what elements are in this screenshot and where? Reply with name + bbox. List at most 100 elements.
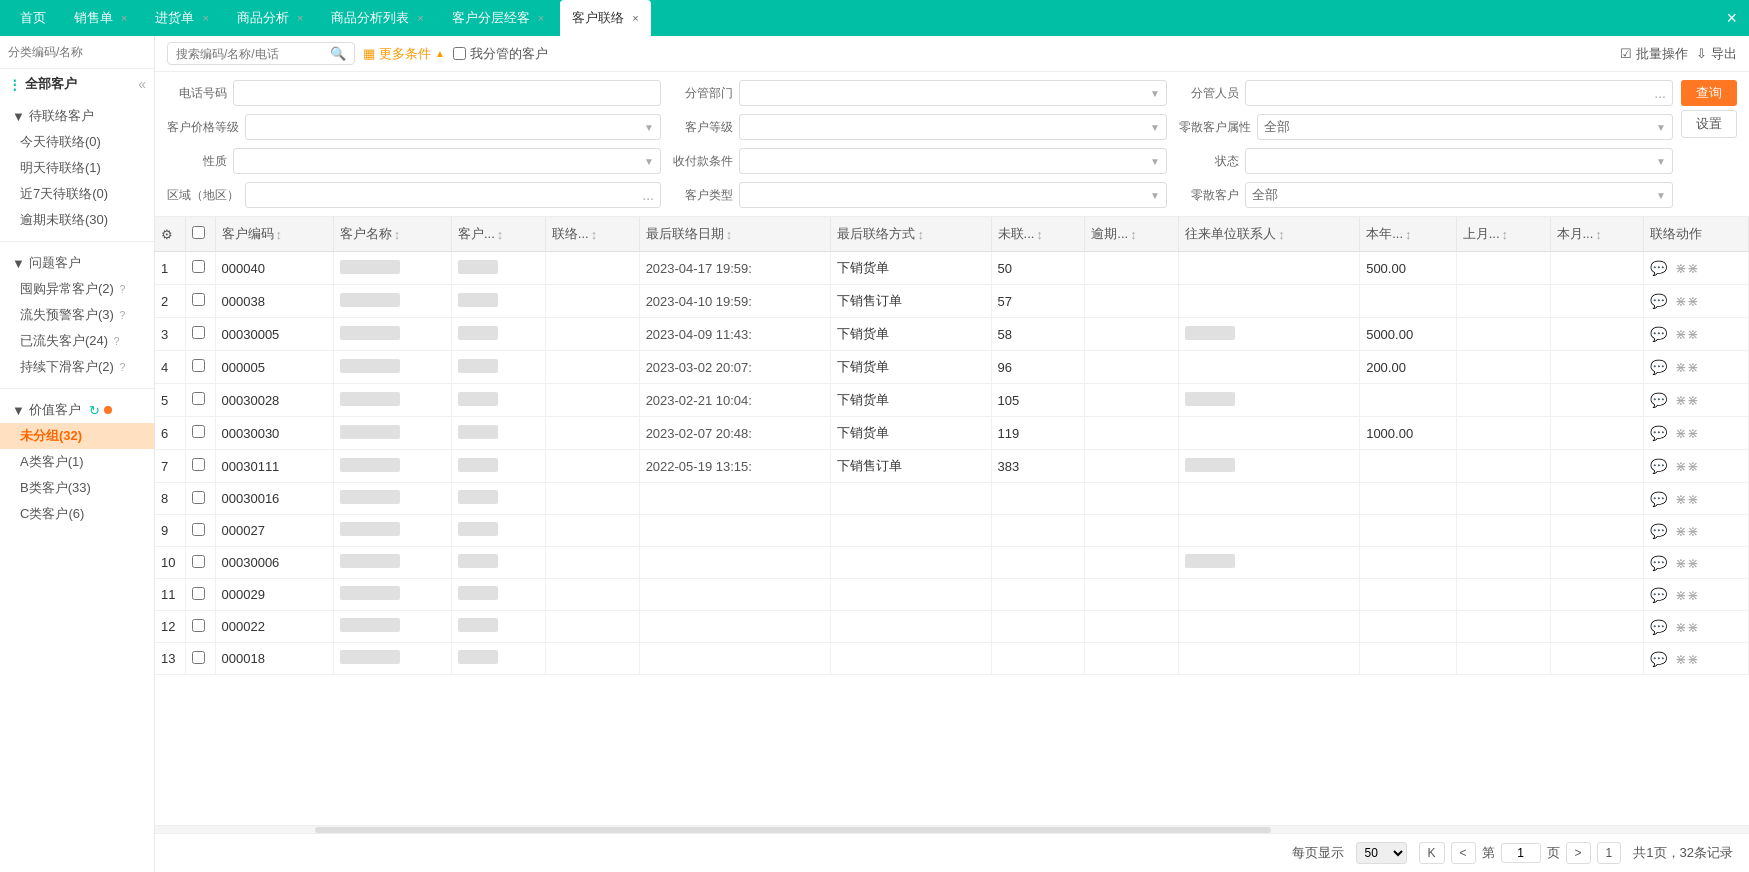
tab-customer-contact[interactable]: 客户联络 × [560, 0, 650, 36]
current-page-input[interactable] [1501, 843, 1541, 863]
qr-icon[interactable]: ⋇⋇ [1675, 491, 1699, 507]
sidebar-collapse-icon[interactable]: « [138, 76, 146, 92]
message-icon[interactable]: 💬 [1650, 359, 1667, 375]
tab-product-analysis-list[interactable]: 商品分析列表 × [319, 0, 435, 36]
qr-icon[interactable]: ⋇⋇ [1675, 587, 1699, 603]
customer-type-select[interactable]: ▼ [739, 182, 1167, 208]
settings-icon[interactable]: ⚙ [161, 227, 173, 242]
qr-icon[interactable]: ⋇⋇ [1675, 326, 1699, 342]
price-level-select[interactable]: ▼ [245, 114, 661, 140]
row-select-checkbox[interactable] [192, 326, 205, 339]
sidebar-item-class-b[interactable]: B类客户(33) [0, 475, 154, 501]
region-select[interactable]: ... [245, 182, 661, 208]
query-button[interactable]: 查询 [1681, 80, 1737, 106]
qr-icon[interactable]: ⋇⋇ [1675, 651, 1699, 667]
sidebar-item-tomorrow[interactable]: 明天待联络(1) [0, 155, 154, 181]
status-select[interactable]: ▼ [1245, 148, 1673, 174]
phone-input[interactable] [233, 80, 661, 106]
department-select[interactable]: ▼ [739, 80, 1167, 106]
qr-icon[interactable]: ⋇⋇ [1675, 392, 1699, 408]
tab-home[interactable]: 首页 [8, 0, 58, 36]
message-icon[interactable]: 💬 [1650, 523, 1667, 539]
row-select-checkbox[interactable] [192, 260, 205, 273]
tab-product-analysis-list-close[interactable]: × [417, 12, 423, 24]
sidebar-group-pending-title[interactable]: ▼ 待联络客户 [0, 103, 154, 129]
nature-select[interactable]: ▼ [233, 148, 661, 174]
qr-icon[interactable]: ⋇⋇ [1675, 260, 1699, 276]
horizontal-scrollbar[interactable] [155, 825, 1749, 833]
retail-attr-select[interactable]: 全部 ▼ [1257, 114, 1673, 140]
sidebar-item-churned[interactable]: 已流失客户(24) ? [0, 328, 154, 354]
filter-button[interactable]: ▦ 更多条件 ▲ [363, 45, 445, 63]
sidebar-item-hoarding[interactable]: 囤购异常客户(2) ? [0, 276, 154, 302]
sidebar-item-7days[interactable]: 近7天待联络(0) [0, 181, 154, 207]
dots-icon-2[interactable]: ... [642, 187, 654, 203]
qr-icon[interactable]: ⋇⋇ [1675, 293, 1699, 309]
message-icon[interactable]: 💬 [1650, 651, 1667, 667]
tab-product-analysis-close[interactable]: × [297, 12, 303, 24]
sidebar-item-class-a[interactable]: A类客户(1) [0, 449, 154, 475]
sidebar-item-today[interactable]: 今天待联络(0) [0, 129, 154, 155]
row-select-checkbox[interactable] [192, 359, 205, 372]
message-icon[interactable]: 💬 [1650, 458, 1667, 474]
qr-icon[interactable]: ⋇⋇ [1675, 425, 1699, 441]
select-all-checkbox[interactable] [192, 226, 205, 239]
qr-icon[interactable]: ⋇⋇ [1675, 458, 1699, 474]
message-icon[interactable]: 💬 [1650, 326, 1667, 342]
sidebar-item-class-c[interactable]: C类客户(6) [0, 501, 154, 527]
qr-icon[interactable]: ⋇⋇ [1675, 619, 1699, 635]
message-icon[interactable]: 💬 [1650, 555, 1667, 571]
row-select-checkbox[interactable] [192, 651, 205, 664]
row-select-checkbox[interactable] [192, 619, 205, 632]
tab-product-analysis[interactable]: 商品分析 × [225, 0, 315, 36]
tab-sales-close[interactable]: × [121, 12, 127, 24]
qr-icon[interactable]: ⋇⋇ [1675, 523, 1699, 539]
scrollbar-track[interactable] [315, 827, 1271, 833]
qr-icon[interactable]: ⋇⋇ [1675, 359, 1699, 375]
batch-operation-button[interactable]: ☑ 批量操作 [1620, 45, 1688, 63]
per-page-select[interactable]: 50 100 200 [1356, 842, 1407, 864]
row-select-checkbox[interactable] [192, 491, 205, 504]
sidebar-group-value-title[interactable]: ▼ 价值客户 ↻ [0, 397, 154, 423]
payment-select[interactable]: ▼ [739, 148, 1167, 174]
next-page-button[interactable]: > [1566, 842, 1591, 864]
message-icon[interactable]: 💬 [1650, 392, 1667, 408]
prev-page-button[interactable]: < [1451, 842, 1476, 864]
tab-sales[interactable]: 销售单 × [62, 0, 139, 36]
message-icon[interactable]: 💬 [1650, 260, 1667, 276]
row-select-checkbox[interactable] [192, 587, 205, 600]
tab-customer-segment[interactable]: 客户分层经客 × [440, 0, 556, 36]
message-icon[interactable]: 💬 [1650, 587, 1667, 603]
message-icon[interactable]: 💬 [1650, 491, 1667, 507]
tab-customer-segment-close[interactable]: × [538, 12, 544, 24]
row-select-checkbox[interactable] [192, 523, 205, 536]
last-page-button[interactable]: 1 [1597, 842, 1622, 864]
sidebar-item-churn-warning[interactable]: 流失预警客户(3) ? [0, 302, 154, 328]
message-icon[interactable]: 💬 [1650, 619, 1667, 635]
window-close-button[interactable]: × [1722, 4, 1741, 33]
sidebar-item-declining[interactable]: 持续下滑客户(2) ? [0, 354, 154, 380]
tab-purchase[interactable]: 进货单 × [143, 0, 220, 36]
sidebar-search-input[interactable] [8, 45, 155, 59]
message-icon[interactable]: 💬 [1650, 293, 1667, 309]
manager-select[interactable]: ... [1245, 80, 1673, 106]
all-customers-header[interactable]: ⋮ 全部客户 [8, 75, 77, 93]
row-select-checkbox[interactable] [192, 293, 205, 306]
main-search-icon[interactable]: 🔍 [330, 46, 346, 61]
reset-button[interactable]: 设置 [1681, 110, 1737, 138]
sidebar-item-ungrouped[interactable]: 未分组(32) [0, 423, 154, 449]
sidebar-item-overdue[interactable]: 逾期未联络(30) [0, 207, 154, 233]
qr-icon[interactable]: ⋇⋇ [1675, 555, 1699, 571]
sidebar-group-problems-title[interactable]: ▼ 问题客户 [0, 250, 154, 276]
refresh-icon[interactable]: ↻ [89, 403, 100, 418]
row-select-checkbox[interactable] [192, 425, 205, 438]
export-button[interactable]: ⇩ 导出 [1696, 45, 1737, 63]
dots-icon[interactable]: ... [1654, 85, 1666, 101]
tab-purchase-close[interactable]: × [202, 12, 208, 24]
main-search-input[interactable] [176, 47, 326, 61]
retail-customer-select[interactable]: 全部 ▼ [1245, 182, 1673, 208]
tab-customer-contact-close[interactable]: × [632, 12, 638, 24]
row-select-checkbox[interactable] [192, 555, 205, 568]
my-customers-checkbox[interactable] [453, 47, 466, 60]
row-select-checkbox[interactable] [192, 392, 205, 405]
